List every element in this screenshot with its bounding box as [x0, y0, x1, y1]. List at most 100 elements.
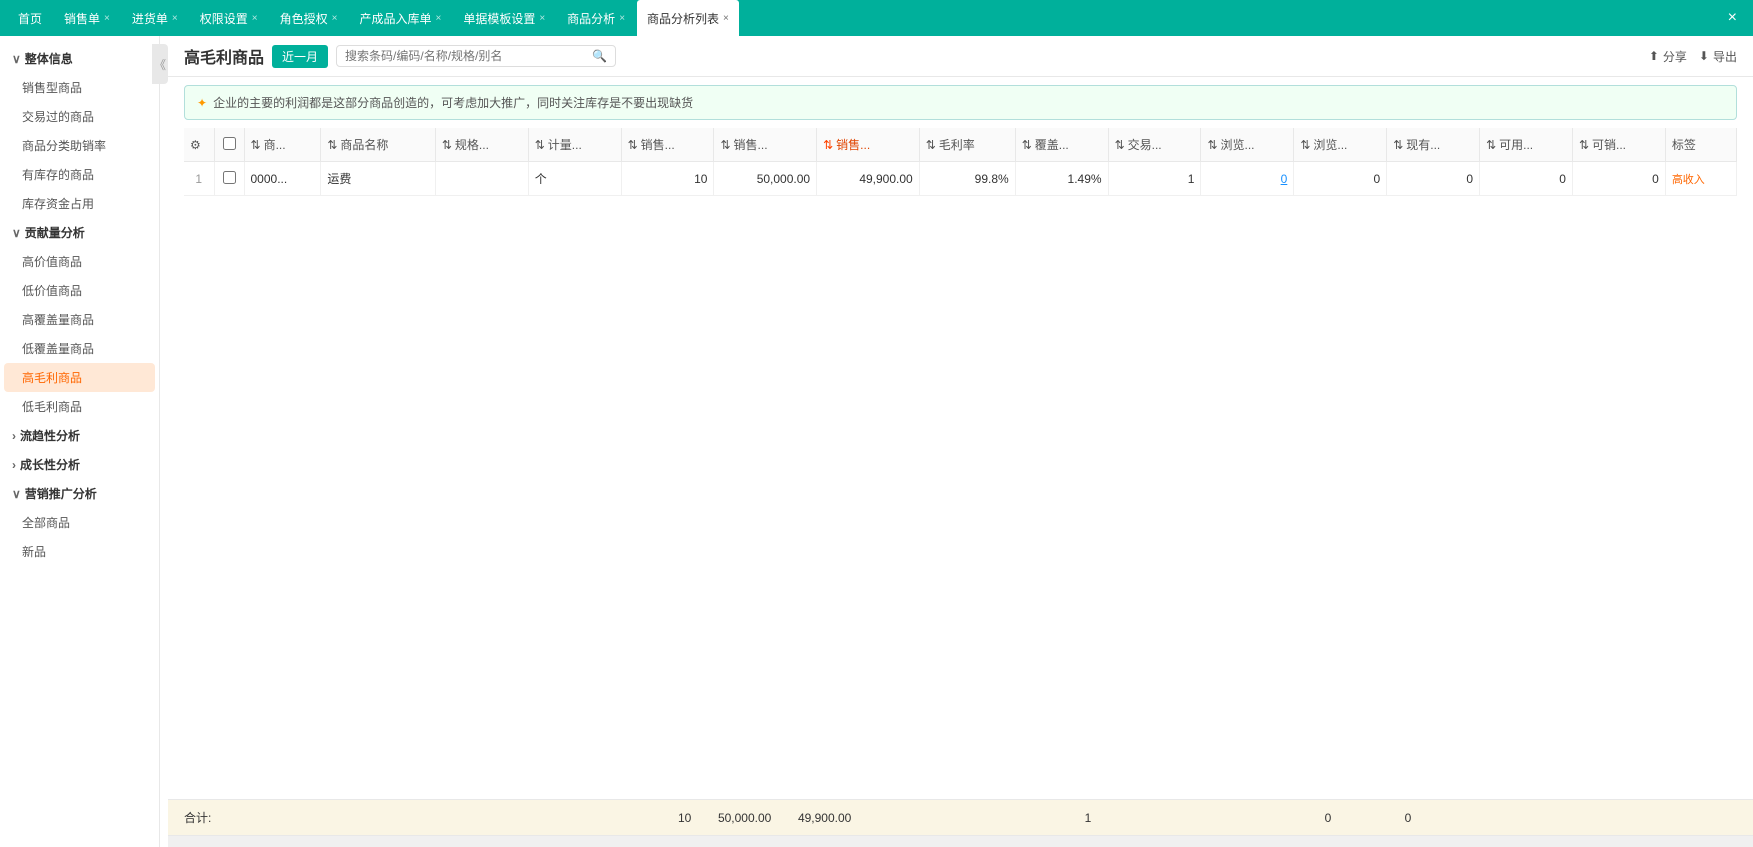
horizontal-scrollbar[interactable]	[168, 835, 1753, 847]
sidebar-group-overall[interactable]: ∨ 整体信息	[0, 44, 159, 73]
th-browse2[interactable]: ⇅浏览...	[1294, 128, 1387, 162]
sidebar-item-high-value[interactable]: 高价值商品	[0, 247, 159, 276]
sidebar-item-low-value[interactable]: 低价值商品	[0, 276, 159, 305]
th-name[interactable]: ⇅商品名称	[321, 128, 436, 162]
sidebar-item-stock-fund[interactable]: 库存资金占用	[0, 189, 159, 218]
th-code[interactable]: ⇅商...	[244, 128, 321, 162]
tag-high-income: 高收入	[1672, 174, 1705, 186]
td-trade: 1	[1108, 162, 1201, 196]
sidebar-group-marketing[interactable]: ∨ 营销推广分析	[0, 479, 159, 508]
page-title: 高毛利商品	[184, 44, 264, 68]
sidebar-item-all-products[interactable]: 全部商品	[0, 508, 159, 537]
sidebar-item-low-gross[interactable]: 低毛利商品	[0, 392, 159, 421]
footer-browse2	[1177, 811, 1257, 825]
sidebar-item-low-coverage[interactable]: 低覆盖量商品	[0, 334, 159, 363]
sidebar-item-high-gross[interactable]: 高毛利商品	[4, 363, 155, 392]
td-browse1[interactable]: 0	[1201, 162, 1294, 196]
info-banner-text: 企业的主要的利润都是这部分商品创造的，可考虑加大推广，同时关注库存是不要出现缺货	[213, 94, 693, 111]
th-coverage[interactable]: ⇅覆盖...	[1015, 128, 1108, 162]
nav-product-in-label: 产成品入库单	[359, 10, 431, 27]
td-checkbox[interactable]	[214, 162, 244, 196]
td-stock3: 0	[1572, 162, 1665, 196]
arrow-icon-2: ∨	[12, 226, 21, 240]
th-trade[interactable]: ⇅交易...	[1108, 128, 1201, 162]
period-button[interactable]: 近一月	[272, 45, 328, 68]
sidebar-group-flow[interactable]: › 流趋性分析	[0, 421, 159, 450]
sidebar-group-growth[interactable]: › 成长性分析	[0, 450, 159, 479]
share-button[interactable]: ⬆ 分享	[1649, 48, 1687, 65]
nav-role-close[interactable]: ×	[332, 13, 338, 24]
sidebar-item-traded-products[interactable]: 交易过的商品	[0, 102, 159, 131]
th-gross-rate[interactable]: ⇅毛利率	[919, 128, 1015, 162]
th-spec[interactable]: ⇅规格...	[435, 128, 528, 162]
nav-sales[interactable]: 销售单 ×	[54, 0, 120, 36]
footer-label: 合计:	[184, 809, 211, 826]
export-icon: ⬇	[1699, 49, 1709, 63]
content-area: 高毛利商品 近一月 🔍 ⬆ 分享 ⬇ 导出 ✦ 企业的主要的利润都是这部分	[168, 36, 1753, 847]
th-unit[interactable]: ⇅计量...	[528, 128, 621, 162]
th-tag[interactable]: 标签	[1665, 128, 1736, 162]
th-sales1[interactable]: ⇅销售...	[621, 128, 714, 162]
sidebar-item-new-products[interactable]: 新品	[0, 537, 159, 566]
table-container[interactable]: ⚙ ⇅商... ⇅商品名称 ⇅规格...	[168, 128, 1753, 799]
th-checkbox[interactable]	[214, 128, 244, 162]
sidebar-group-overall-label: 整体信息	[25, 50, 73, 67]
nav-sales-label: 销售单	[64, 10, 100, 27]
sidebar-collapse-button[interactable]: 《	[152, 44, 168, 84]
th-browse1[interactable]: ⇅浏览...	[1201, 128, 1294, 162]
search-input[interactable]	[345, 49, 588, 63]
window-close-button[interactable]: ×	[1720, 9, 1745, 27]
sidebar-item-category-rate[interactable]: 商品分类助销率	[0, 131, 159, 160]
td-index: 1	[184, 162, 214, 196]
top-navigation: 首页 销售单 × 进货单 × 权限设置 × 角色授权 × 产成品入库单 × 单据…	[0, 0, 1753, 36]
th-stock1[interactable]: ⇅现有...	[1387, 128, 1480, 162]
nav-home-label: 首页	[18, 10, 42, 27]
th-settings[interactable]: ⚙	[184, 128, 214, 162]
sidebar-group-contribution[interactable]: ∨ 贡献量分析	[0, 218, 159, 247]
nav-permission-close[interactable]: ×	[252, 13, 258, 24]
settings-icon: ⚙	[190, 138, 201, 152]
sort-icon-sales2: ⇅	[720, 138, 730, 152]
nav-product-in-close[interactable]: ×	[435, 13, 441, 24]
header-actions: ⬆ 分享 ⬇ 导出	[1649, 48, 1737, 65]
footer-unit	[537, 811, 617, 825]
th-sales2[interactable]: ⇅销售...	[714, 128, 817, 162]
data-table: ⚙ ⇅商... ⇅商品名称 ⇅规格...	[184, 128, 1737, 196]
export-button[interactable]: ⬇ 导出	[1699, 48, 1737, 65]
footer-stock3	[1417, 811, 1497, 825]
select-all-checkbox[interactable]	[223, 137, 236, 150]
nav-analysis-list-label: 商品分析列表	[647, 10, 719, 27]
search-icon[interactable]: 🔍	[592, 49, 607, 63]
nav-sales-close[interactable]: ×	[104, 13, 110, 24]
sidebar-item-high-coverage[interactable]: 高覆盖量商品	[0, 305, 159, 334]
arrow-icon: ∨	[12, 52, 21, 66]
th-stock3[interactable]: ⇅可销...	[1572, 128, 1665, 162]
nav-analysis-list[interactable]: 商品分析列表 ×	[637, 0, 739, 36]
nav-template-close[interactable]: ×	[539, 13, 545, 24]
sort-icon-browse2: ⇅	[1300, 138, 1310, 152]
td-name: 运费	[321, 162, 436, 196]
collapse-icon: 《	[154, 56, 166, 73]
nav-role[interactable]: 角色授权 ×	[270, 0, 348, 36]
nav-template[interactable]: 单据模板设置 ×	[453, 0, 555, 36]
nav-home[interactable]: 首页	[8, 0, 52, 36]
footer-stock1: 0	[1257, 811, 1337, 825]
row-checkbox[interactable]	[223, 171, 236, 184]
nav-purchase[interactable]: 进货单 ×	[122, 0, 188, 36]
arrow-icon-5: ∨	[12, 487, 21, 501]
sidebar-item-sales-products[interactable]: 销售型商品	[0, 73, 159, 102]
sort-icon-unit: ⇅	[535, 138, 545, 152]
share-label: 分享	[1663, 48, 1687, 65]
table-row: 1 0000... 运费 个 10 50,000.00 49,900.00 99…	[184, 162, 1737, 196]
nav-product-in[interactable]: 产成品入库单 ×	[349, 0, 451, 36]
td-sales1: 10	[621, 162, 714, 196]
th-stock2[interactable]: ⇅可用...	[1480, 128, 1573, 162]
td-coverage: 1.49%	[1015, 162, 1108, 196]
nav-analysis[interactable]: 商品分析 ×	[557, 0, 635, 36]
nav-analysis-close[interactable]: ×	[619, 13, 625, 24]
nav-purchase-close[interactable]: ×	[172, 13, 178, 24]
nav-analysis-list-close[interactable]: ×	[723, 13, 729, 24]
sidebar-item-in-stock[interactable]: 有库存的商品	[0, 160, 159, 189]
th-sales3[interactable]: ⇅销售...	[817, 128, 920, 162]
nav-permission[interactable]: 权限设置 ×	[190, 0, 268, 36]
